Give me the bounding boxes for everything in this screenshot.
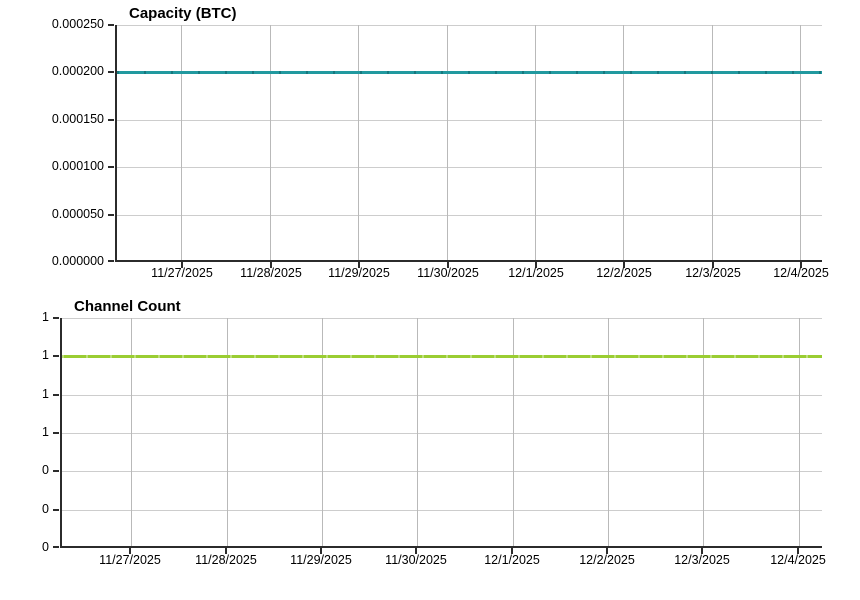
channel-gridline-v: [417, 318, 418, 546]
channel-ytick-mark: [53, 355, 59, 357]
channel-ytick-label: 1: [42, 425, 49, 439]
channel-ytick-mark: [53, 317, 59, 319]
channel-gridline-v: [608, 318, 609, 546]
channel-gridline-h: [62, 395, 822, 396]
channel-xtick-label: 11/27/2025: [99, 553, 161, 567]
channel-xtick-label: 12/4/2025: [770, 553, 826, 567]
channel-xtick-label: 11/28/2025: [195, 553, 257, 567]
channel-gridline-h: [62, 318, 822, 319]
channel-gridline-v: [513, 318, 514, 546]
channel-ytick-mark: [53, 432, 59, 434]
capacity-xtick-label: 11/27/2025: [151, 266, 213, 280]
channel-xtick-label: 12/1/2025: [484, 553, 540, 567]
channel-gridline-h: [62, 433, 822, 434]
capacity-ytick-label: 0.000100: [51, 159, 104, 173]
capacity-xtick-label: 11/28/2025: [240, 266, 302, 280]
capacity-xtick-label: 12/1/2025: [508, 266, 564, 280]
capacity-ytick-label: 0.000050: [51, 207, 104, 221]
capacity-ytick-label: 0.000000: [51, 254, 104, 268]
channel-ytick-mark: [53, 470, 59, 472]
channel-gridline-v: [322, 318, 323, 546]
channel-gridline-h: [62, 471, 822, 472]
capacity-gridline-h: [117, 120, 822, 121]
capacity-gridline-v: [712, 25, 713, 260]
capacity-ytick-label: 0.000250: [51, 17, 104, 31]
channel-ytick-label: 1: [42, 348, 49, 362]
capacity-xtick-label: 11/29/2025: [328, 266, 390, 280]
channel-ytick-mark: [53, 546, 59, 548]
capacity-gridline-v: [447, 25, 448, 260]
capacity-gridline-h: [117, 215, 822, 216]
channel-ytick-label: 1: [42, 310, 49, 324]
channel-xtick-label: 11/29/2025: [290, 553, 352, 567]
capacity-ytick-mark: [108, 119, 114, 121]
capacity-ytick-mark: [108, 24, 114, 26]
channel-gridline-v: [131, 318, 132, 546]
capacity-gridline-v: [358, 25, 359, 260]
channel-ytick-label: 0: [42, 502, 49, 516]
channel-ytick-label: 0: [42, 540, 49, 554]
capacity-ytick-mark: [108, 71, 114, 73]
channel-ytick-mark: [53, 509, 59, 511]
capacity-xtick-label: 12/4/2025: [773, 266, 829, 280]
channel-xtick-label: 11/30/2025: [385, 553, 447, 567]
capacity-gridline-v: [181, 25, 182, 260]
channel-count-plot-area: [60, 318, 822, 548]
capacity-xtick-label: 12/3/2025: [685, 266, 741, 280]
capacity-ytick-mark: [108, 166, 114, 168]
capacity-series-line: [117, 71, 822, 74]
capacity-gridline-h: [117, 167, 822, 168]
channel-gridline-h: [62, 510, 822, 511]
capacity-ytick-label: 0.000150: [51, 112, 104, 126]
capacity-ytick-mark: [108, 260, 114, 262]
capacity-gridline-v: [800, 25, 801, 260]
capacity-xtick-label: 11/30/2025: [417, 266, 479, 280]
capacity-gridline-h: [117, 25, 822, 26]
channel-count-series-line: [62, 355, 822, 358]
channel-gridline-v: [227, 318, 228, 546]
channel-ytick-mark: [53, 394, 59, 396]
channel-xtick-label: 12/2/2025: [579, 553, 635, 567]
capacity-ytick-mark: [108, 214, 114, 216]
channel-xtick-label: 12/3/2025: [674, 553, 730, 567]
channel-ytick-label: 0: [42, 463, 49, 477]
channel-gridline-v: [703, 318, 704, 546]
capacity-gridline-v: [535, 25, 536, 260]
capacity-chart-title: Capacity (BTC): [129, 5, 237, 22]
dashboard-canvas: Capacity (BTC) 0.000250 0.000200 0.00015…: [0, 0, 860, 600]
channel-count-chart-title: Channel Count: [74, 298, 181, 315]
channel-gridline-v: [799, 318, 800, 546]
capacity-xtick-label: 12/2/2025: [596, 266, 652, 280]
capacity-gridline-v: [270, 25, 271, 260]
capacity-gridline-v: [623, 25, 624, 260]
capacity-ytick-label: 0.000200: [51, 64, 104, 78]
channel-ytick-label: 1: [42, 387, 49, 401]
capacity-plot-area: [115, 25, 822, 262]
